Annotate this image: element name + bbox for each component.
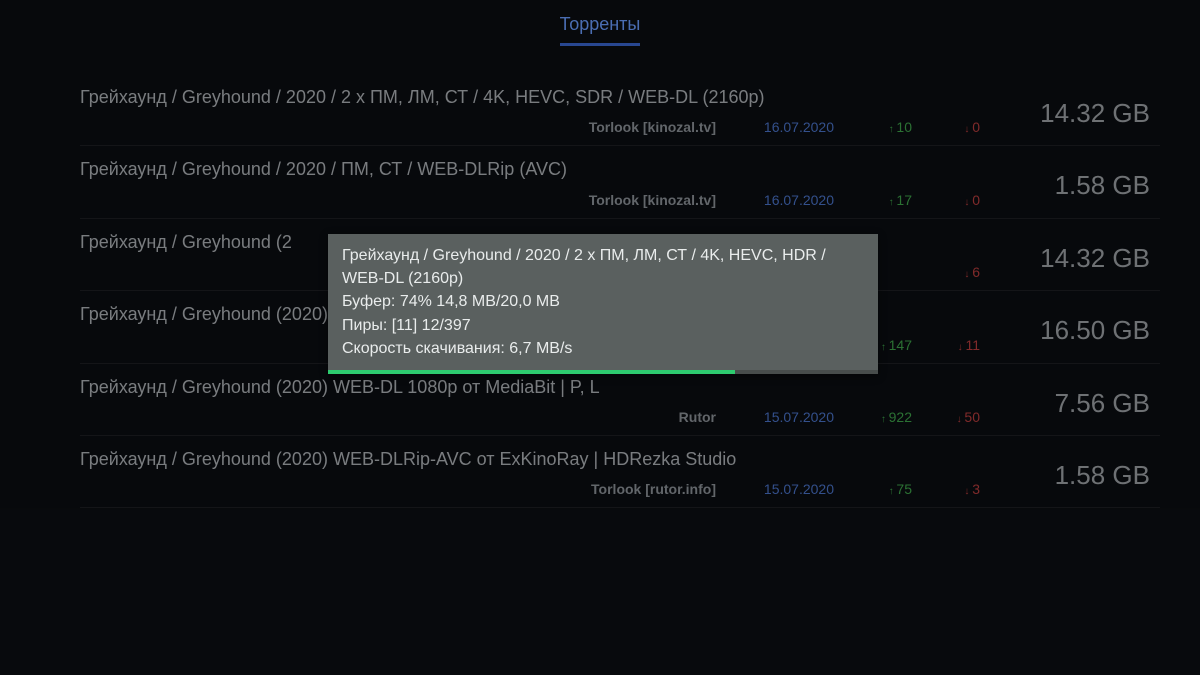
popup-peers: Пиры: [11] 12/397 xyxy=(342,314,864,337)
torrent-seeds: ↑ 75 xyxy=(862,481,912,497)
progress-track xyxy=(328,370,878,374)
torrent-size: 7.56 GB xyxy=(990,376,1160,419)
torrent-source: Rutor xyxy=(679,409,716,425)
torrent-row[interactable]: Грейхаунд / Greyhound / 2020 / 2 x ПМ, Л… xyxy=(80,74,1160,146)
torrent-size: 1.58 GB xyxy=(990,448,1160,491)
popup-speed: Скорость скачивания: 6,7 MB/s xyxy=(342,337,864,360)
torrent-leech: ↓ 0 xyxy=(940,192,980,208)
torrent-row[interactable]: Грейхаунд / Greyhound (2020) WEB-DL 1080… xyxy=(80,364,1160,436)
torrent-seeds: ↑ 922 xyxy=(862,409,912,425)
torrent-row[interactable]: Грейхаунд / Greyhound (2020) WEB-DLRip-A… xyxy=(80,436,1160,508)
torrent-meta: Torlook [kinozal.tv] 16.07.2020 ↑ 10 ↓ 0 xyxy=(80,119,990,135)
torrent-leech: ↓ 50 xyxy=(940,409,980,425)
source-label: Torlook [kinozal.tv] xyxy=(589,192,716,208)
torrent-date: 15.07.2020 xyxy=(744,409,834,425)
torrent-size: 14.32 GB xyxy=(990,231,1160,274)
torrent-source: Torlook [kinozal.tv] xyxy=(589,192,716,208)
torrent-leech: ↓ 11 xyxy=(940,337,980,353)
torrent-meta: Rutor 15.07.2020 ↑ 922 ↓ 50 xyxy=(80,409,990,425)
tab-torrents[interactable]: Торренты xyxy=(560,14,641,46)
torrent-seeds: ↑ 10 xyxy=(862,119,912,135)
popup-buffer: Буфер: 74% 14,8 MB/20,0 MB xyxy=(342,290,864,313)
torrent-date: 16.07.2020 xyxy=(744,192,834,208)
torrent-size: 16.50 GB xyxy=(990,303,1160,346)
torrent-source: Torlook [rutor.info] xyxy=(591,481,716,497)
torrent-leech: ↓ 3 xyxy=(940,481,980,497)
torrent-seeds: ↑ 17 xyxy=(862,192,912,208)
torrent-date: 15.07.2020 xyxy=(744,481,834,497)
torrent-title: Грейхаунд / Greyhound (2020) WEB-DLRip-A… xyxy=(80,448,990,471)
torrent-leech: ↓ 0 xyxy=(940,119,980,135)
torrent-title: Грейхаунд / Greyhound / 2020 / ПМ, СТ / … xyxy=(80,158,990,181)
torrent-date: 16.07.2020 xyxy=(744,119,834,135)
torrent-meta: Torlook [rutor.info] 15.07.2020 ↑ 75 ↓ 3 xyxy=(80,481,990,497)
torrent-title: Грейхаунд / Greyhound / 2020 / 2 x ПМ, Л… xyxy=(80,86,990,109)
download-status-popup: Грейхаунд / Greyhound / 2020 / 2 x ПМ, Л… xyxy=(328,234,878,374)
torrent-row[interactable]: Грейхаунд / Greyhound / 2020 / ПМ, СТ / … xyxy=(80,146,1160,218)
torrent-size: 14.32 GB xyxy=(990,86,1160,129)
torrent-source: Torlook [kinozal.tv] xyxy=(589,119,716,135)
popup-title: Грейхаунд / Greyhound / 2020 / 2 x ПМ, Л… xyxy=(342,244,864,290)
torrent-title: Грейхаунд / Greyhound (2020) WEB-DL 1080… xyxy=(80,376,990,399)
progress-bar xyxy=(328,370,735,374)
header: Торренты xyxy=(0,0,1200,54)
source-label: Rutor xyxy=(679,409,716,425)
torrent-size: 1.58 GB xyxy=(990,158,1160,201)
torrent-leech: ↓ 6 xyxy=(940,264,980,280)
source-label: Torlook [rutor.info] xyxy=(591,481,716,497)
source-label: Torlook [kinozal.tv] xyxy=(589,119,716,135)
torrent-meta: Torlook [kinozal.tv] 16.07.2020 ↑ 17 ↓ 0 xyxy=(80,192,990,208)
